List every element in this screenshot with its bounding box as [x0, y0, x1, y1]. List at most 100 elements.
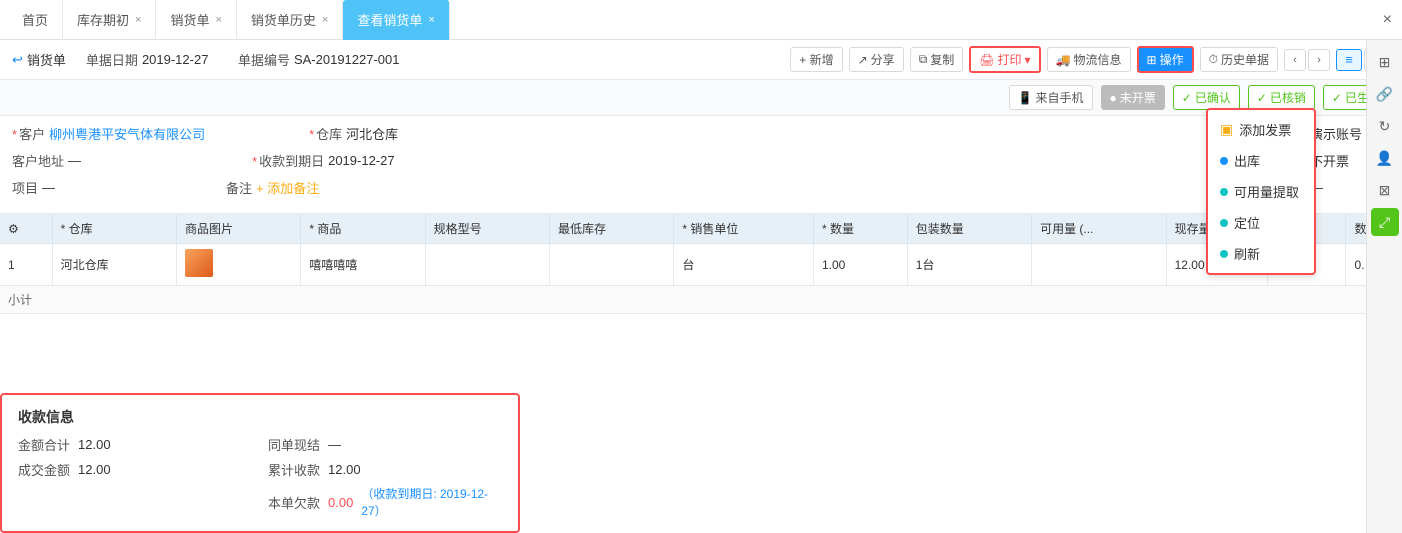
history-icon: ⏱: [1209, 52, 1218, 67]
address-field: 客户地址 —: [12, 151, 148, 170]
close-sales-tab[interactable]: ×: [215, 14, 221, 26]
share-button[interactable]: ↗ 分享: [849, 47, 904, 72]
tab-home[interactable]: 首页: [8, 0, 63, 40]
form-row-2: 客户地址 — 收款到期日 2019-12-27 票据类型 不开票: [12, 151, 1390, 170]
form-row-3: 项目 — 备注 + 添加备注 业务员孟 —: [12, 178, 1390, 197]
row-qty: 1.00: [814, 244, 908, 286]
voided-icon: ✓: [1257, 91, 1267, 105]
sidebar-icon-2[interactable]: 🔗: [1371, 80, 1399, 108]
grid-icon: ⊞: [1147, 53, 1157, 67]
warehouse-field: 仓库 河北仓库: [309, 124, 426, 143]
product-image: [185, 249, 213, 277]
refresh-icon: [1220, 250, 1228, 258]
available-qty-item[interactable]: 可用量提取: [1208, 176, 1314, 207]
tag-icon: ●: [1110, 91, 1117, 105]
col-product: * 商品: [301, 214, 425, 244]
outbound-icon: [1220, 157, 1228, 165]
sidebar-expand-icon[interactable]: ⤢: [1371, 208, 1399, 236]
nav-arrows: ‹ ›: [1284, 49, 1330, 71]
locate-icon: [1220, 219, 1228, 227]
tab-view-sales[interactable]: 查看销货单 ×: [343, 0, 449, 40]
available-qty-icon: [1220, 188, 1228, 196]
next-button[interactable]: ›: [1308, 49, 1330, 71]
operation-button[interactable]: ⊞ 操作: [1137, 46, 1194, 73]
row-pkg-qty: 1台: [907, 244, 1031, 286]
form-row-1: 客户 柳州粤港平安气体有限公司 仓库 河北仓库 业务员 演示账号: [12, 124, 1390, 143]
add-note-button[interactable]: + 添加备注: [256, 178, 319, 197]
col-min-stock: 最低库存: [550, 214, 674, 244]
tab-sales-history[interactable]: 销货单历史 ×: [237, 0, 343, 40]
cumulative-row: 累计收款 12.00: [268, 460, 502, 479]
doc-header: ↩ 销货单 单据日期 2019-12-27 单据编号 SA-20191227-0…: [0, 40, 1402, 80]
unopened-button[interactable]: ● 未开票: [1101, 85, 1165, 110]
outbound-item[interactable]: 出库: [1208, 145, 1314, 176]
same-order-row: 同单现结 —: [268, 435, 502, 454]
logistics-button[interactable]: 🚚 物流信息: [1047, 47, 1131, 72]
window-close-button[interactable]: ×: [1383, 11, 1392, 29]
customer-field: 客户 柳州粤港平安气体有限公司: [12, 124, 205, 143]
tab-sales[interactable]: 销货单 ×: [156, 0, 236, 40]
print-button[interactable]: 🖨 打印 ▾: [969, 46, 1040, 73]
col-unit: * 销售单位: [674, 214, 814, 244]
subtotal-row: 小计: [0, 286, 1402, 314]
col-spec: 规格型号: [425, 214, 549, 244]
doc-actions: + 新增 ↗ 分享 ⧉ 复制 🖨 打印 ▾ 🚚 物流信息: [790, 46, 1390, 73]
doc-title: ↩ 销货单: [12, 50, 66, 69]
col-warehouse: * 仓库: [52, 214, 176, 244]
row-num: 1: [0, 244, 52, 286]
doc-number-field: 单据编号 SA-20191227-001: [238, 50, 400, 69]
share-icon: ↗: [858, 53, 868, 67]
sidebar-icon-3[interactable]: ↻: [1371, 112, 1399, 140]
check-icon: ✓: [1182, 91, 1192, 105]
confirm-button[interactable]: ✓ 已确认: [1173, 85, 1240, 110]
print-icon: 🖨: [979, 53, 994, 67]
payment-total-row: 金额合计 12.00: [18, 435, 252, 454]
transaction-row: 成交金额 12.00: [18, 460, 252, 479]
voided-button[interactable]: ✓ 已核销: [1248, 85, 1315, 110]
mobile-button[interactable]: 📱 来自手机: [1009, 85, 1093, 110]
main-content: ↩ 销货单 单据日期 2019-12-27 单据编号 SA-20191227-0…: [0, 40, 1402, 533]
tab-bar: 首页 库存期初 × 销货单 × 销货单历史 × 查看销货单 × ×: [0, 0, 1402, 40]
order-table: ⚙ * 仓库 商品图片 * 商品 规格型号 最低库存 * 销售单位 * 数量 包…: [0, 214, 1402, 314]
effective-icon: ✓: [1332, 91, 1342, 105]
payment-grid: 金额合计 12.00 同单现结 — 成交金额 12.00 累计收款 12.00: [18, 435, 502, 519]
subtotal-label: 小计: [0, 286, 1402, 314]
add-invoice-item[interactable]: ▣ 添加发票: [1208, 114, 1314, 145]
refresh-item[interactable]: 刷新: [1208, 238, 1314, 269]
payment-section: 收款信息 金额合计 12.00 同单现结 — 成交金额 12.00 累计收款 1…: [0, 393, 520, 533]
doc-date-field: 单据日期 2019-12-27: [86, 50, 222, 69]
truck-icon: 🚚: [1056, 53, 1071, 67]
payment-title: 收款信息: [18, 407, 502, 427]
operation-dropdown: ▣ 添加发票 出库 可用量提取 定位 刷新: [1206, 108, 1316, 275]
copy-button[interactable]: ⧉ 复制: [910, 47, 964, 72]
close-view-sales-tab[interactable]: ×: [428, 14, 434, 26]
sales-order-icon: ↩: [12, 52, 23, 68]
row-available: [1032, 244, 1167, 286]
sidebar-icon-1[interactable]: ⊞: [1371, 48, 1399, 76]
toolbar-row: 📱 来自手机 ● 未开票 ✓ 已确认 ✓ 已核销 ✓ 已生效: [0, 80, 1402, 116]
history-button[interactable]: ⏱ 历史单据: [1200, 47, 1278, 72]
project-field: 项目 —: [12, 178, 122, 197]
tab-inventory[interactable]: 库存期初 ×: [63, 0, 156, 40]
payment-date-field: 收款到期日 2019-12-27: [252, 151, 408, 170]
print-dropdown-icon: ▾: [1025, 53, 1031, 67]
sidebar-icon-4[interactable]: 👤: [1371, 144, 1399, 172]
col-available: 可用量 (...: [1032, 214, 1167, 244]
new-button[interactable]: + 新增: [790, 47, 842, 72]
col-product-img: 商品图片: [176, 214, 300, 244]
close-inventory-tab[interactable]: ×: [135, 14, 141, 26]
form-area: 客户 柳州粤港平安气体有限公司 仓库 河北仓库 业务员 演示账号 客户地址 —: [0, 116, 1402, 213]
row-product: 嘻嘻嘻嘻: [301, 244, 425, 286]
close-sales-history-tab[interactable]: ×: [322, 14, 328, 26]
row-warehouse: 河北仓库: [52, 244, 176, 286]
row-min-stock: [550, 244, 674, 286]
mobile-icon: 📱: [1018, 91, 1033, 105]
locate-item[interactable]: 定位: [1208, 207, 1314, 238]
col-settings[interactable]: ⚙: [0, 214, 52, 244]
list-view-button[interactable]: ≡: [1336, 49, 1362, 71]
due-row: 本单欠款 0.00 （收款到期日: 2019-12-27）: [268, 485, 502, 519]
doc-meta: 单据日期 2019-12-27 单据编号 SA-20191227-001: [86, 50, 790, 69]
sidebar-icon-5[interactable]: ⊠: [1371, 176, 1399, 204]
prev-button[interactable]: ‹: [1284, 49, 1306, 71]
copy-icon: ⧉: [919, 52, 928, 67]
